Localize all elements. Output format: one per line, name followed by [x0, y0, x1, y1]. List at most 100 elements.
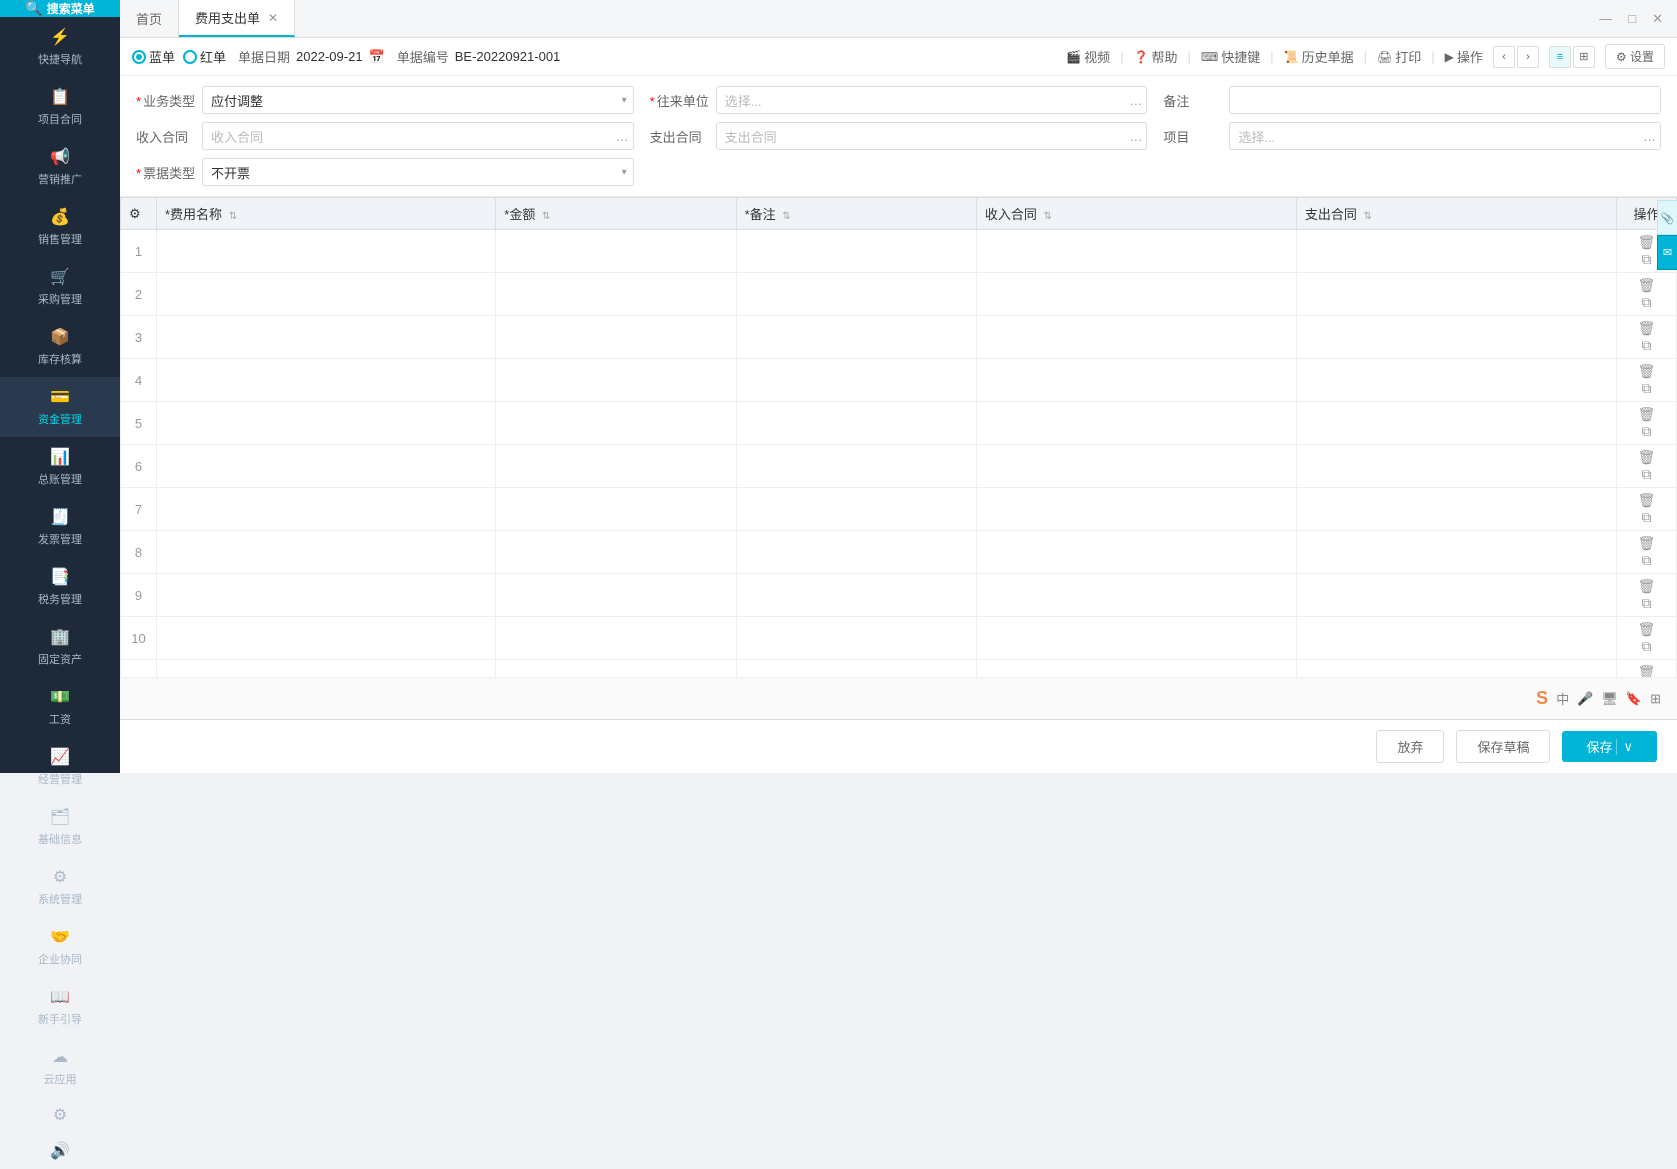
row-11-income-contract[interactable]: [976, 660, 1296, 678]
row-11-amount[interactable]: [496, 660, 736, 678]
shortcut-btn[interactable]: ⌨ 快捷键: [1201, 47, 1260, 66]
row-9-note[interactable]: [736, 574, 976, 617]
row-6-expense-contract[interactable]: [1296, 445, 1616, 488]
row-11-note[interactable]: [736, 660, 976, 678]
row-2-expense-name[interactable]: [157, 273, 496, 316]
sidebar-item-new-guide[interactable]: 📖新手引导: [0, 977, 120, 1037]
row-4-expense-contract[interactable]: [1296, 359, 1616, 402]
row-9-copy-icon[interactable]: ⧉: [1642, 595, 1652, 611]
save-button[interactable]: 保存 ∨: [1562, 731, 1657, 762]
row-5-expense-name[interactable]: [157, 402, 496, 445]
row-1-delete-icon[interactable]: 🗑: [1638, 234, 1656, 250]
row-9-expense-contract[interactable]: [1296, 574, 1616, 617]
sidebar-item-cloud-apps[interactable]: ☁云应用: [0, 1037, 120, 1097]
discard-button[interactable]: 放弃: [1376, 730, 1444, 763]
row-6-delete-icon[interactable]: 🗑: [1638, 449, 1656, 465]
help-btn[interactable]: ❓ 帮助: [1134, 47, 1178, 66]
row-1-income-contract[interactable]: [976, 230, 1296, 273]
radio-blue[interactable]: 蓝单: [132, 47, 175, 66]
row-2-amount[interactable]: [496, 273, 736, 316]
row-4-note[interactable]: [736, 359, 976, 402]
sidebar-item-capital-mgmt[interactable]: 💳资金管理: [0, 377, 120, 437]
row-4-expense-name[interactable]: [157, 359, 496, 402]
row-2-note[interactable]: [736, 273, 976, 316]
expense-contract-dots-icon[interactable]: …: [1125, 129, 1146, 144]
business-type-select[interactable]: 应付调整 ▾: [202, 86, 634, 114]
income-contract-dots-icon[interactable]: …: [612, 129, 633, 144]
row-1-expense-name[interactable]: [157, 230, 496, 273]
row-10-copy-icon[interactable]: ⧉: [1642, 638, 1652, 654]
row-5-copy-icon[interactable]: ⧉: [1642, 423, 1652, 439]
row-4-copy-icon[interactable]: ⧉: [1642, 380, 1652, 396]
row-8-note[interactable]: [736, 531, 976, 574]
side-panel-btn-1[interactable]: 📎: [1657, 200, 1677, 235]
row-4-income-contract[interactable]: [976, 359, 1296, 402]
calendar-icon[interactable]: 📅: [369, 49, 385, 65]
project-dots-icon[interactable]: …: [1639, 129, 1660, 144]
row-2-expense-contract[interactable]: [1296, 273, 1616, 316]
income-contract-input[interactable]: 收入合同 …: [202, 122, 634, 150]
row-3-delete-icon[interactable]: 🗑: [1638, 320, 1656, 336]
view-list-btn[interactable]: ≡: [1549, 46, 1571, 68]
sidebar-item-sys-mgmt[interactable]: ⚙系统管理: [0, 857, 120, 917]
video-btn[interactable]: 🎬 视频: [1066, 47, 1110, 66]
row-3-income-contract[interactable]: [976, 316, 1296, 359]
mic-icon[interactable]: 🎤: [1577, 691, 1593, 707]
row-7-note[interactable]: [736, 488, 976, 531]
window-close-btn[interactable]: ✕: [1646, 11, 1669, 27]
grid-icon[interactable]: ⊞: [1650, 691, 1661, 707]
row-6-note[interactable]: [736, 445, 976, 488]
row-5-expense-contract[interactable]: [1296, 402, 1616, 445]
row-8-amount[interactable]: [496, 531, 736, 574]
row-3-expense-contract[interactable]: [1296, 316, 1616, 359]
sort-expense-name-icon[interactable]: ⇅: [229, 211, 237, 222]
sidebar-item-purchase-mgmt[interactable]: 🛒采购管理: [0, 257, 120, 317]
row-2-income-contract[interactable]: [976, 273, 1296, 316]
tab-home[interactable]: 首页: [120, 0, 179, 37]
save-draft-button[interactable]: 保存草稿: [1456, 730, 1550, 763]
sort-income-icon[interactable]: ⇅: [1043, 211, 1051, 222]
radio-red[interactable]: 红单: [183, 47, 226, 66]
print-btn[interactable]: 🖨 打印: [1377, 47, 1421, 66]
nav-next-btn[interactable]: ›: [1517, 46, 1539, 68]
row-8-income-contract[interactable]: [976, 531, 1296, 574]
row-10-income-contract[interactable]: [976, 617, 1296, 660]
row-6-income-contract[interactable]: [976, 445, 1296, 488]
bill-type-select[interactable]: 不开票 ▾: [202, 158, 634, 186]
row-11-delete-icon[interactable]: 🗑: [1638, 664, 1656, 677]
row-9-delete-icon[interactable]: 🗑: [1638, 578, 1656, 594]
row-2-delete-icon[interactable]: 🗑: [1638, 277, 1656, 293]
sidebar-item-salary[interactable]: 💵工资: [0, 677, 120, 737]
row-4-delete-icon[interactable]: 🗑: [1638, 363, 1656, 379]
col-gear[interactable]: ⚙: [121, 198, 157, 230]
window-minimize-btn[interactable]: —: [1593, 11, 1618, 26]
row-7-amount[interactable]: [496, 488, 736, 531]
sort-amount-icon[interactable]: ⇅: [542, 211, 550, 222]
note-input[interactable]: [1229, 86, 1661, 114]
row-7-expense-name[interactable]: [157, 488, 496, 531]
row-5-income-contract[interactable]: [976, 402, 1296, 445]
row-10-expense-name[interactable]: [157, 617, 496, 660]
sidebar-item-basic-info[interactable]: 🗂基础信息: [0, 797, 120, 857]
row-10-expense-contract[interactable]: [1296, 617, 1616, 660]
partner-dots-icon[interactable]: …: [1125, 93, 1146, 108]
window-maximize-btn[interactable]: □: [1622, 11, 1642, 26]
partner-select[interactable]: 选择... …: [716, 86, 1148, 114]
sidebar-item-fixed-assets[interactable]: 🏢固定资产: [0, 617, 120, 677]
row-1-expense-contract[interactable]: [1296, 230, 1616, 273]
nav-prev-btn[interactable]: ‹: [1493, 46, 1515, 68]
sidebar-item-tax-mgmt[interactable]: 📑税务管理: [0, 557, 120, 617]
sort-note-icon[interactable]: ⇅: [782, 211, 790, 222]
sidebar-item-quick-nav[interactable]: ⚡快捷导航: [0, 17, 120, 77]
row-11-expense-name[interactable]: [157, 660, 496, 678]
row-8-copy-icon[interactable]: ⧉: [1642, 552, 1652, 568]
settings-button[interactable]: ⚙ 设置: [1605, 44, 1665, 69]
row-9-income-contract[interactable]: [976, 574, 1296, 617]
sidebar-item-invoice-mgmt[interactable]: 🧾发票管理: [0, 497, 120, 557]
zhong-icon[interactable]: 中: [1556, 689, 1569, 708]
row-3-note[interactable]: [736, 316, 976, 359]
row-3-expense-name[interactable]: [157, 316, 496, 359]
row-1-amount[interactable]: [496, 230, 736, 273]
sidebar-audio[interactable]: 🔊: [0, 1133, 120, 1169]
action-btn[interactable]: ▶ 操作: [1445, 47, 1483, 66]
